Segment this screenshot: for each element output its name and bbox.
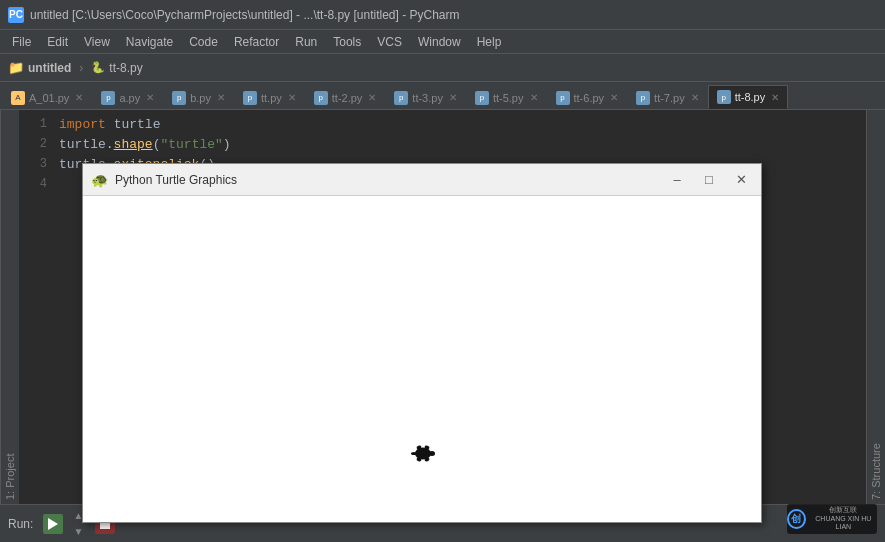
sidebar-item-structure[interactable]: 7: Structure (866, 110, 885, 504)
tab-icon-tt3: p (394, 91, 408, 105)
tab-icon-a01: A (11, 91, 25, 105)
watermark-icon: 创 (787, 509, 806, 529)
tabs-bar: A A_01.py ✕ p a.py ✕ p b.py ✕ p tt.py ✕ … (0, 82, 885, 110)
title-bar: PC untitled [C:\Users\Coco\PycharmProjec… (0, 0, 885, 30)
tab-close-tt5[interactable]: ✕ (530, 92, 538, 103)
tab-close-tt7[interactable]: ✕ (691, 92, 699, 103)
turtle-sprite (409, 443, 437, 470)
window-title: untitled [C:\Users\Coco\PycharmProjects\… (30, 8, 460, 22)
turtle-close-button[interactable]: ✕ (729, 170, 753, 190)
tab-close-tt6[interactable]: ✕ (610, 92, 618, 103)
tab-close-a01[interactable]: ✕ (75, 92, 83, 103)
menu-navigate[interactable]: Navigate (118, 33, 181, 51)
turtle-app-icon: 🐢 (91, 172, 107, 188)
turtle-canvas[interactable] (83, 196, 761, 522)
tab-tt7py[interactable]: p tt-7.py ✕ (627, 85, 708, 109)
tab-icon-tt6: p (556, 91, 570, 105)
tab-close-a[interactable]: ✕ (146, 92, 154, 103)
tab-bpy[interactable]: p b.py ✕ (163, 85, 234, 109)
tab-a01py[interactable]: A A_01.py ✕ (2, 85, 92, 109)
nav-file-label: tt-8.py (109, 61, 142, 75)
tab-tt2py[interactable]: p tt-2.py ✕ (305, 85, 386, 109)
tab-icon-tt5: p (475, 91, 489, 105)
turtle-title-bar: 🐢 Python Turtle Graphics – □ ✕ (83, 164, 761, 196)
folder-icon: 📁 (8, 60, 24, 75)
menu-run[interactable]: Run (287, 33, 325, 51)
tab-close-tt8[interactable]: ✕ (771, 92, 779, 103)
turtle-maximize-button[interactable]: □ (697, 170, 721, 190)
code-line-2: 2 turtle.shape("turtle") (19, 134, 866, 154)
turtle-graphics-window[interactable]: 🐢 Python Turtle Graphics – □ ✕ (82, 163, 762, 523)
run-label: Run: (8, 517, 33, 531)
line-content-2: turtle.shape("turtle") (59, 137, 231, 152)
nav-folder-label: untitled (28, 61, 71, 75)
scroll-down-button[interactable]: ▼ (69, 525, 87, 539)
nav-separator: › (79, 61, 83, 75)
menu-view[interactable]: View (76, 33, 118, 51)
tab-icon-tt7: p (636, 91, 650, 105)
code-line-1: 1 import turtle (19, 114, 866, 134)
tab-tt3py[interactable]: p tt-3.py ✕ (385, 85, 466, 109)
menu-bar: File Edit View Navigate Code Refactor Ru… (0, 30, 885, 54)
nav-bar: 📁 untitled › 🐍 tt-8.py (0, 54, 885, 82)
tab-icon-b: p (172, 91, 186, 105)
menu-tools[interactable]: Tools (325, 33, 369, 51)
tab-tt6py[interactable]: p tt-6.py ✕ (547, 85, 628, 109)
menu-window[interactable]: Window (410, 33, 469, 51)
menu-edit[interactable]: Edit (39, 33, 76, 51)
tab-ttpy[interactable]: p tt.py ✕ (234, 85, 305, 109)
menu-file[interactable]: File (4, 33, 39, 51)
line-number-3: 3 (19, 157, 59, 171)
tab-apy[interactable]: p a.py ✕ (92, 85, 163, 109)
run-button[interactable] (43, 514, 63, 534)
menu-code[interactable]: Code (181, 33, 226, 51)
menu-help[interactable]: Help (469, 33, 510, 51)
svg-marker-0 (48, 518, 58, 530)
line-number-4: 4 (19, 177, 59, 191)
line-number-1: 1 (19, 117, 59, 131)
svg-point-4 (411, 452, 417, 455)
menu-vcs[interactable]: VCS (369, 33, 410, 51)
tab-close-tt2[interactable]: ✕ (368, 92, 376, 103)
tab-tt8py[interactable]: p tt-8.py ✕ (708, 85, 789, 109)
tab-icon-tt8: p (717, 90, 731, 104)
menu-refactor[interactable]: Refactor (226, 33, 287, 51)
line-number-2: 2 (19, 137, 59, 151)
turtle-window-title: Python Turtle Graphics (115, 173, 657, 187)
sidebar-item-project[interactable]: 1: Project (0, 110, 19, 504)
tab-close-tt[interactable]: ✕ (288, 92, 296, 103)
tab-close-b[interactable]: ✕ (217, 92, 225, 103)
tab-icon-tt: p (243, 91, 257, 105)
svg-point-3 (429, 451, 435, 456)
app-icon: PC (8, 7, 24, 23)
turtle-minimize-button[interactable]: – (665, 170, 689, 190)
tab-icon-tt2: p (314, 91, 328, 105)
line-content-1: import turtle (59, 117, 160, 132)
watermark: 创 创新互联 CHUANG XIN HU LIAN (787, 504, 877, 534)
svg-point-2 (415, 448, 431, 460)
tab-tt5py[interactable]: p tt-5.py ✕ (466, 85, 547, 109)
nav-file-icon: 🐍 (91, 61, 105, 74)
watermark-text: 创新互联 CHUANG XIN HU LIAN (810, 506, 877, 531)
tab-close-tt3[interactable]: ✕ (449, 92, 457, 103)
tab-icon-a: p (101, 91, 115, 105)
